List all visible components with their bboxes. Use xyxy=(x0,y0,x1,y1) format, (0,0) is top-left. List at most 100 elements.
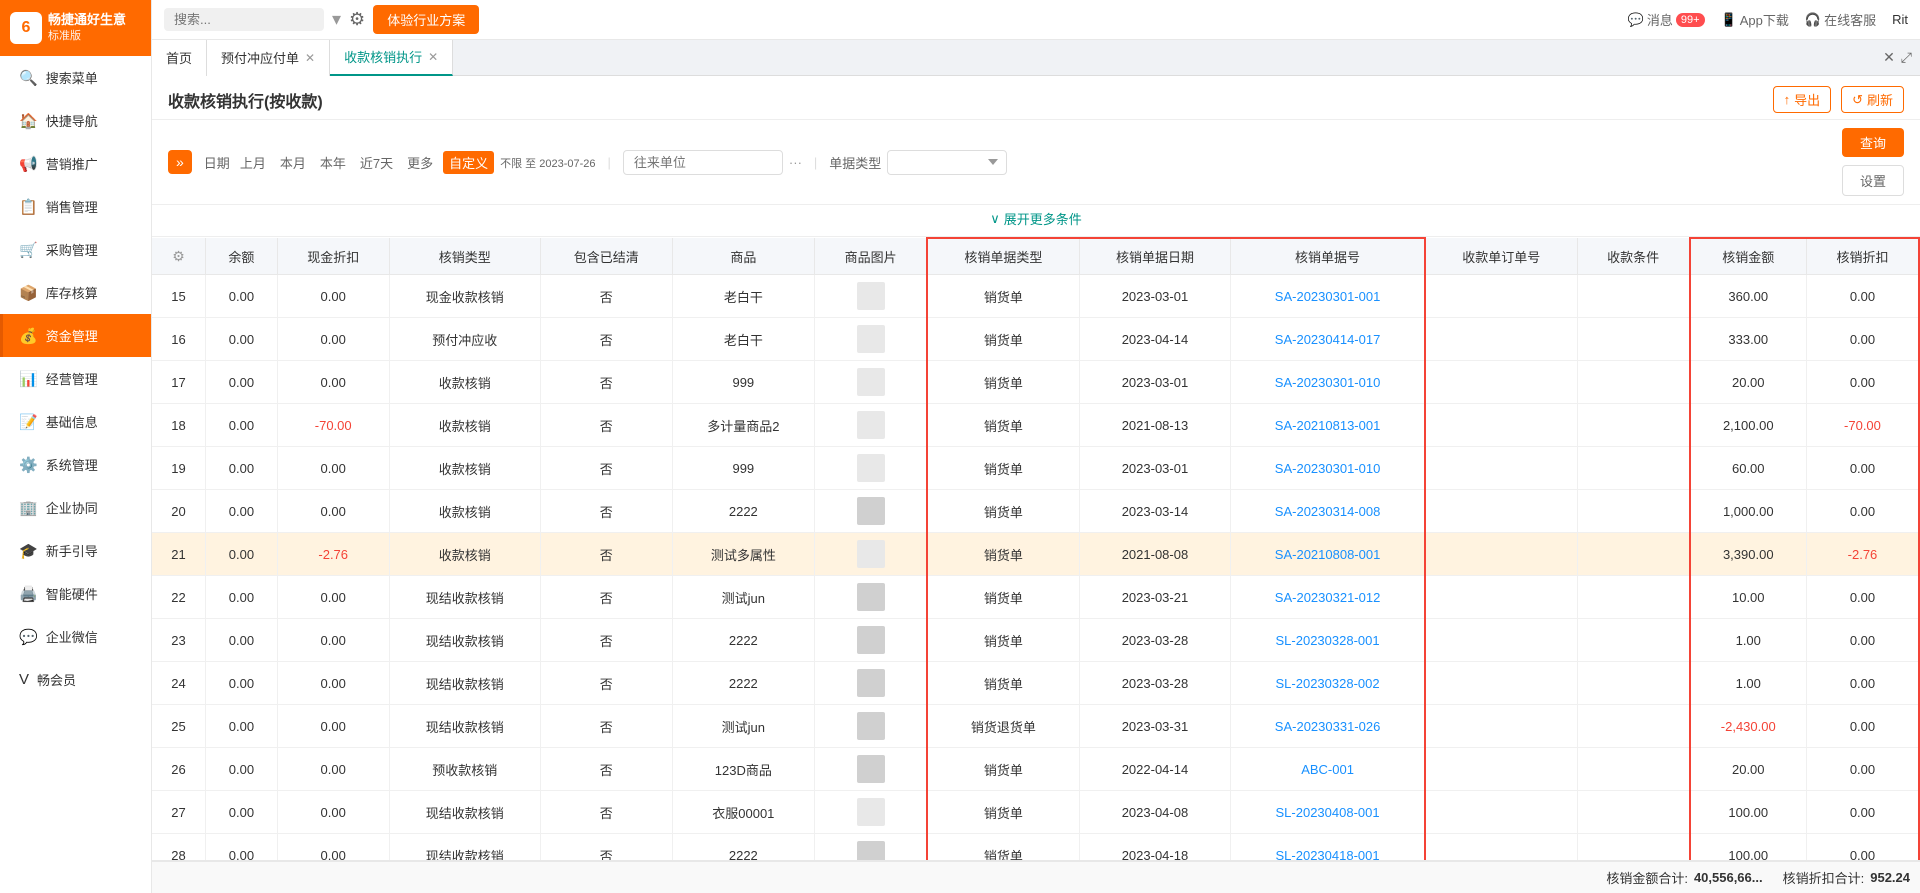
tab-receivable-label: 收款核销执行 xyxy=(344,47,422,66)
cell-verify-amount: 1,000.00 xyxy=(1690,490,1807,533)
date-opt-thisyear[interactable]: 本年 xyxy=(316,151,350,174)
cell-cash-discount: 0.00 xyxy=(277,791,389,834)
cell-verify-doc-no[interactable]: SA-20230301-010 xyxy=(1231,447,1425,490)
cell-verify-doc-no[interactable]: SA-20230414-017 xyxy=(1231,318,1425,361)
cell-receipt-cond xyxy=(1577,447,1689,490)
tab-receivable[interactable]: 收款核销执行 ✕ xyxy=(330,40,453,76)
cell-row-num: 20 xyxy=(152,490,205,533)
footer-discount-label: 核销折扣合计: xyxy=(1783,868,1865,887)
filter-date-group: 日期 上月 本月 本年 近7天 更多 自定义 不限 至 2023-07-26 xyxy=(204,151,596,174)
cell-receipt-order-no xyxy=(1425,662,1577,705)
online-service[interactable]: 🎧 在线客服 xyxy=(1805,10,1876,29)
cell-verify-doc-no[interactable]: SA-20230314-008 xyxy=(1231,490,1425,533)
cell-verify-doc-no[interactable]: SA-20210808-001 xyxy=(1231,533,1425,576)
date-opt-7days[interactable]: 近7天 xyxy=(356,151,397,174)
date-opt-more[interactable]: 更多 xyxy=(403,151,437,174)
sidebar-item-finance[interactable]: 💰资金管理 xyxy=(0,314,151,357)
tab-bar: 首页 预付冲应付单 ✕ 收款核销执行 ✕ ✕ ⤢ xyxy=(152,40,1920,76)
cell-verify-doc-no[interactable]: ABC-001 xyxy=(1231,748,1425,791)
expand-conditions-link[interactable]: ∨ 展开更多条件 xyxy=(990,209,1082,228)
cell-verify-amount: 333.00 xyxy=(1690,318,1807,361)
trial-btn[interactable]: 体验行业方案 xyxy=(373,5,479,34)
tab-receivable-close[interactable]: ✕ xyxy=(428,50,438,64)
cell-verify-type: 收款核销 xyxy=(389,533,540,576)
tab-prepay[interactable]: 预付冲应付单 ✕ xyxy=(207,40,330,76)
cell-verify-doc-no[interactable]: SL-20230328-002 xyxy=(1231,662,1425,705)
refresh-btn[interactable]: ↺ 刷新 xyxy=(1841,86,1904,113)
doctype-select[interactable] xyxy=(887,150,1007,175)
cell-verify-doc-no[interactable]: SA-20230301-001 xyxy=(1231,275,1425,318)
cell-verify-doc-type: 销货单 xyxy=(927,576,1079,619)
filter-partner-group: ··· xyxy=(623,150,802,175)
sidebar-item-wechat[interactable]: 💬企业微信 xyxy=(0,615,151,658)
app-download[interactable]: 📱 App下载 xyxy=(1721,10,1789,29)
sidebar-item-purchase[interactable]: 🛒采购管理 xyxy=(0,228,151,271)
maximize-btn[interactable]: ⤢ xyxy=(1901,49,1912,66)
sidebar-logo: 6 畅捷通好生意 标准版 xyxy=(0,0,151,56)
sidebar-item-guide[interactable]: 🎓新手引导 xyxy=(0,529,151,572)
msg-badge: 99+ xyxy=(1676,13,1705,27)
sidebar-label-basic: 基础信息 xyxy=(46,412,98,431)
topbar-settings-icon[interactable]: ⚙ xyxy=(349,9,365,30)
sidebar-item-inventory[interactable]: 📦库存核算 xyxy=(0,271,151,314)
filter-right-actions: 查询 设置 xyxy=(1842,128,1904,196)
cell-cash-discount: 0.00 xyxy=(277,576,389,619)
sidebar-item-operation[interactable]: 📊经营管理 xyxy=(0,357,151,400)
cell-verify-amount: 3,390.00 xyxy=(1690,533,1807,576)
sidebar-item-search[interactable]: 🔍搜索菜单 xyxy=(0,56,151,99)
cell-verify-doc-type: 销货单 xyxy=(927,662,1079,705)
sidebar-item-marketing[interactable]: 📢营销推广 xyxy=(0,142,151,185)
cell-verify-doc-no[interactable]: SA-20230321-012 xyxy=(1231,576,1425,619)
sidebar-item-vip[interactable]: V畅会员 xyxy=(0,658,151,701)
cell-verify-discount: 0.00 xyxy=(1806,318,1919,361)
partner-dots[interactable]: ··· xyxy=(789,155,802,170)
cell-verify-doc-type: 销货单 xyxy=(927,619,1079,662)
cell-verify-type: 收款核销 xyxy=(389,490,540,533)
cell-row-num: 28 xyxy=(152,834,205,861)
table-wrap[interactable]: ⚙ 余额 现金折扣 核销类型 包含已结清 商品 商品图片 核销单据类型 核销单据… xyxy=(152,237,1920,860)
tab-prepay-close[interactable]: ✕ xyxy=(305,51,315,65)
cell-receipt-cond xyxy=(1577,748,1689,791)
sidebar-label-inventory: 库存核算 xyxy=(46,283,98,302)
date-opt-thismonth[interactable]: 本月 xyxy=(276,151,310,174)
cell-product: 测试jun xyxy=(672,705,815,748)
cell-product-img xyxy=(815,361,927,404)
partner-input[interactable] xyxy=(623,150,783,175)
cell-verify-doc-no[interactable]: SL-20230418-001 xyxy=(1231,834,1425,861)
msg-area[interactable]: 💬 消息 99+ xyxy=(1628,10,1705,29)
date-opt-custom[interactable]: 自定义 xyxy=(443,151,494,174)
cell-receipt-cond xyxy=(1577,576,1689,619)
tab-home[interactable]: 首页 xyxy=(152,40,207,76)
export-btn[interactable]: ↑ 导出 xyxy=(1773,86,1832,113)
sidebar-icon-hardware: 🖨️ xyxy=(19,585,38,603)
close-window-btn[interactable]: ✕ xyxy=(1883,49,1895,66)
sidebar-item-system[interactable]: ⚙️系统管理 xyxy=(0,443,151,486)
sidebar-item-sales[interactable]: 📋销售管理 xyxy=(0,185,151,228)
cell-verify-doc-type: 销货单 xyxy=(927,834,1079,861)
cell-verify-doc-no[interactable]: SA-20230331-026 xyxy=(1231,705,1425,748)
cell-verify-doc-no[interactable]: SA-20210813-001 xyxy=(1231,404,1425,447)
col-settings-header[interactable]: ⚙ xyxy=(152,238,205,275)
sidebar-icon-finance: 💰 xyxy=(19,327,38,345)
user-name[interactable]: Rit xyxy=(1892,12,1908,27)
cell-product: 测试多属性 xyxy=(672,533,815,576)
query-btn[interactable]: 查询 xyxy=(1842,128,1904,157)
sidebar-item-enterprise[interactable]: 🏢企业协同 xyxy=(0,486,151,529)
sidebar-icon-search: 🔍 xyxy=(19,69,38,87)
cell-verify-discount: 0.00 xyxy=(1806,576,1919,619)
cell-product-img xyxy=(815,619,927,662)
cell-verify-doc-no[interactable]: SL-20230328-001 xyxy=(1231,619,1425,662)
filter-expand-btn[interactable]: » xyxy=(168,150,192,174)
cell-receipt-order-no xyxy=(1425,318,1577,361)
headset-icon: 🎧 xyxy=(1805,12,1821,28)
sidebar-item-hardware[interactable]: 🖨️智能硬件 xyxy=(0,572,151,615)
cell-verify-discount: 0.00 xyxy=(1806,662,1919,705)
cell-verify-doc-no[interactable]: SL-20230408-001 xyxy=(1231,791,1425,834)
filter-settings-btn[interactable]: 设置 xyxy=(1842,165,1904,196)
cell-verify-doc-no[interactable]: SA-20230301-010 xyxy=(1231,361,1425,404)
sidebar-item-basic[interactable]: 📝基础信息 xyxy=(0,400,151,443)
topbar-search-input[interactable] xyxy=(164,8,324,31)
sidebar-item-quick[interactable]: 🏠快捷导航 xyxy=(0,99,151,142)
date-opt-lastmonth[interactable]: 上月 xyxy=(236,151,270,174)
topbar-dropdown-icon[interactable]: ▾ xyxy=(332,9,341,30)
